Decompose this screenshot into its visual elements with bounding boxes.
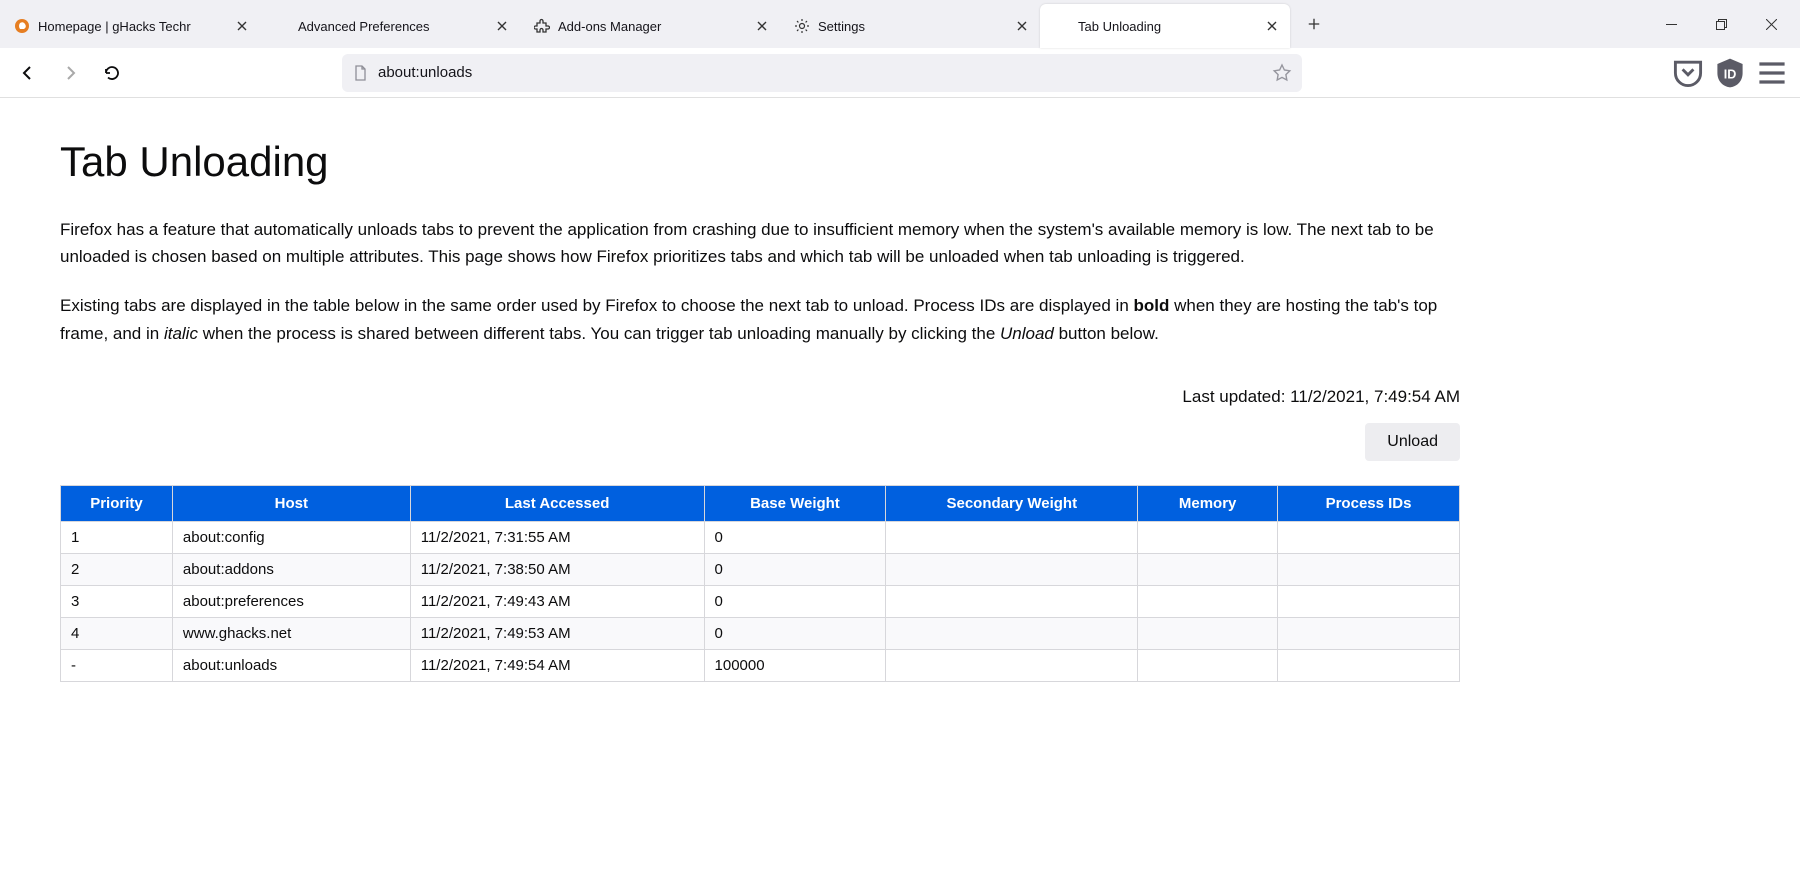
tab-settings[interactable]: Settings: [780, 4, 1040, 48]
cell-base_weight: 0: [704, 553, 886, 585]
tab-close-icon[interactable]: [754, 18, 770, 34]
reload-button[interactable]: [94, 55, 130, 91]
cell-secondary_weight: [886, 553, 1138, 585]
cell-memory: [1138, 521, 1278, 553]
table-row: 3about:preferences11/2/2021, 7:49:43 AM0: [61, 585, 1460, 617]
tab-advanced-preferences[interactable]: Advanced Preferences: [260, 4, 520, 48]
table-row: 4www.ghacks.net11/2/2021, 7:49:53 AM0: [61, 617, 1460, 649]
tab-addons-manager[interactable]: Add-ons Manager: [520, 4, 780, 48]
nav-toolbar: about:unloads ID: [0, 48, 1800, 98]
last-updated: Last updated: 11/2/2021, 7:49:54 AM: [1182, 387, 1460, 407]
cell-base_weight: 0: [704, 617, 886, 649]
meta-row: Last updated: 11/2/2021, 7:49:54 AM Unlo…: [60, 387, 1460, 461]
tab-title: Homepage | gHacks Techr: [38, 19, 226, 34]
tabs-table: Priority Host Last Accessed Base Weight …: [60, 485, 1460, 682]
cell-last_accessed: 11/2/2021, 7:49:43 AM: [410, 585, 704, 617]
col-secondary-weight-header: Secondary Weight: [886, 485, 1138, 521]
window-controls: [1646, 2, 1796, 46]
tab-strip: Homepage | gHacks Techr Advanced Prefere…: [0, 0, 1800, 48]
cell-secondary_weight: [886, 617, 1138, 649]
menu-button[interactable]: [1754, 55, 1790, 91]
cell-base_weight: 0: [704, 585, 886, 617]
page-title: Tab Unloading: [60, 138, 1460, 186]
cell-last_accessed: 11/2/2021, 7:38:50 AM: [410, 553, 704, 585]
intro-paragraph-2: Existing tabs are displayed in the table…: [60, 292, 1460, 346]
cell-process_ids: [1278, 585, 1460, 617]
tab-ghacks[interactable]: Homepage | gHacks Techr: [0, 4, 260, 48]
cell-host: about:unloads: [172, 649, 410, 681]
col-priority-header: Priority: [61, 485, 173, 521]
puzzle-icon: [534, 18, 550, 34]
cell-process_ids: [1278, 521, 1460, 553]
shield-button[interactable]: ID: [1712, 55, 1748, 91]
cell-host: www.ghacks.net: [172, 617, 410, 649]
cell-process_ids: [1278, 649, 1460, 681]
cell-base_weight: 0: [704, 521, 886, 553]
cell-last_accessed: 11/2/2021, 7:49:53 AM: [410, 617, 704, 649]
bookmark-star-icon[interactable]: [1272, 63, 1292, 83]
cell-priority: 2: [61, 553, 173, 585]
url-bar[interactable]: about:unloads: [342, 54, 1302, 92]
table-row: -about:unloads11/2/2021, 7:49:54 AM10000…: [61, 649, 1460, 681]
maximize-button[interactable]: [1696, 2, 1746, 46]
cell-process_ids: [1278, 617, 1460, 649]
tab-close-icon[interactable]: [1264, 18, 1280, 34]
blank-icon: [274, 18, 290, 34]
back-button[interactable]: [10, 55, 46, 91]
col-host-header: Host: [172, 485, 410, 521]
tab-title: Add-ons Manager: [558, 19, 746, 34]
cell-priority: 1: [61, 521, 173, 553]
cell-memory: [1138, 649, 1278, 681]
cell-secondary_weight: [886, 649, 1138, 681]
close-window-button[interactable]: [1746, 2, 1796, 46]
tab-title: Tab Unloading: [1078, 19, 1256, 34]
cell-priority: 4: [61, 617, 173, 649]
cell-host: about:preferences: [172, 585, 410, 617]
page-content: Tab Unloading Firefox has a feature that…: [0, 98, 1520, 722]
forward-button[interactable]: [52, 55, 88, 91]
minimize-button[interactable]: [1646, 2, 1696, 46]
tab-title: Advanced Preferences: [298, 19, 486, 34]
cell-base_weight: 100000: [704, 649, 886, 681]
gear-icon: [794, 18, 810, 34]
cell-secondary_weight: [886, 521, 1138, 553]
table-row: 1about:config11/2/2021, 7:31:55 AM0: [61, 521, 1460, 553]
ghacks-icon: [14, 18, 30, 34]
tab-close-icon[interactable]: [1014, 18, 1030, 34]
col-last-accessed-header: Last Accessed: [410, 485, 704, 521]
col-memory-header: Memory: [1138, 485, 1278, 521]
cell-host: about:config: [172, 521, 410, 553]
cell-memory: [1138, 553, 1278, 585]
tab-title: Settings: [818, 19, 1006, 34]
page-icon: [352, 65, 368, 81]
tab-close-icon[interactable]: [234, 18, 250, 34]
cell-host: about:addons: [172, 553, 410, 585]
cell-priority: 3: [61, 585, 173, 617]
cell-priority: -: [61, 649, 173, 681]
cell-memory: [1138, 617, 1278, 649]
unload-button[interactable]: Unload: [1365, 423, 1460, 461]
svg-text:ID: ID: [1724, 67, 1737, 81]
col-process-ids-header: Process IDs: [1278, 485, 1460, 521]
col-base-weight-header: Base Weight: [704, 485, 886, 521]
pocket-button[interactable]: [1670, 55, 1706, 91]
cell-memory: [1138, 585, 1278, 617]
intro-paragraph-1: Firefox has a feature that automatically…: [60, 216, 1460, 270]
url-text: about:unloads: [378, 64, 1262, 81]
table-row: 2about:addons11/2/2021, 7:38:50 AM0: [61, 553, 1460, 585]
new-tab-button[interactable]: [1298, 8, 1330, 40]
blank-icon: [1054, 18, 1070, 34]
tab-unloading[interactable]: Tab Unloading: [1040, 4, 1290, 48]
cell-last_accessed: 11/2/2021, 7:31:55 AM: [410, 521, 704, 553]
cell-process_ids: [1278, 553, 1460, 585]
cell-secondary_weight: [886, 585, 1138, 617]
tab-close-icon[interactable]: [494, 18, 510, 34]
cell-last_accessed: 11/2/2021, 7:49:54 AM: [410, 649, 704, 681]
